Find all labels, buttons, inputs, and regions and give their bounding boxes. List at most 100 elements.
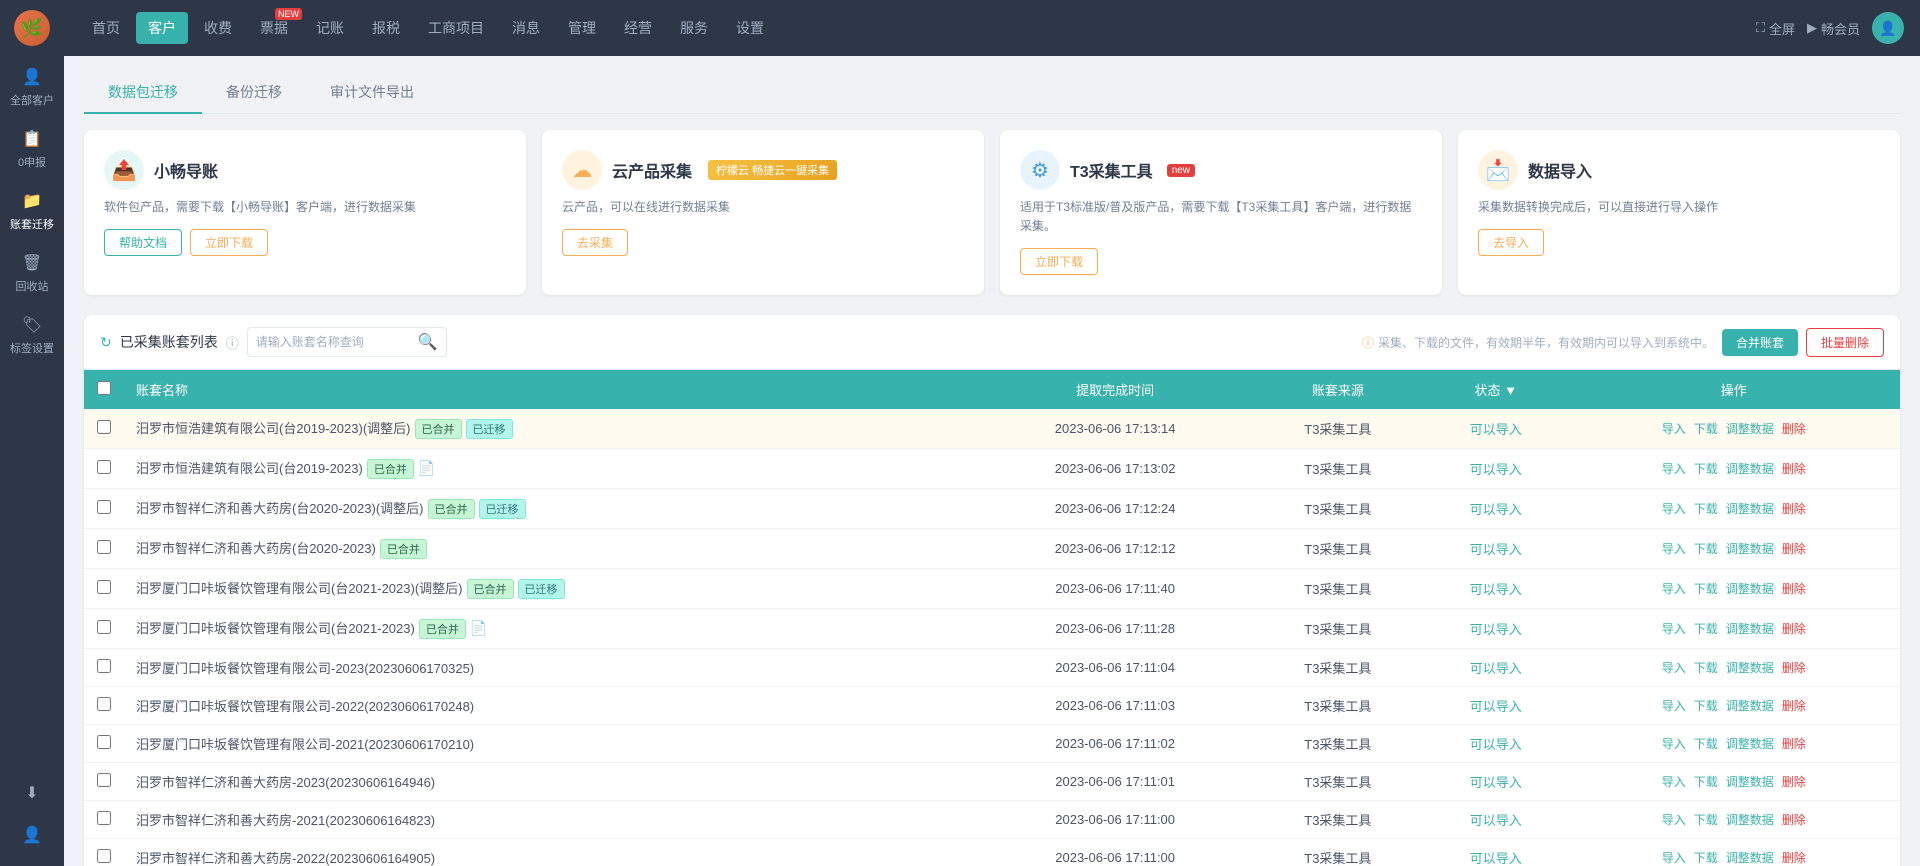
action-导入[interactable]: 导入	[1658, 811, 1690, 828]
action-删除[interactable]: 删除	[1778, 420, 1810, 437]
sidebar-item-zero-declare[interactable]: 📋 0申报	[0, 118, 64, 180]
action-下载[interactable]: 下载	[1690, 540, 1722, 557]
row-checkbox[interactable]	[97, 849, 111, 863]
action-调整数据[interactable]: 调整数据	[1722, 580, 1778, 597]
action-下载[interactable]: 下载	[1690, 620, 1722, 637]
nav-business[interactable]: 工商项目	[416, 12, 496, 44]
action-调整数据[interactable]: 调整数据	[1722, 697, 1778, 714]
row-checkbox[interactable]	[97, 460, 111, 474]
row-checkbox[interactable]	[97, 420, 111, 434]
action-下载[interactable]: 下载	[1690, 580, 1722, 597]
action-删除[interactable]: 删除	[1778, 460, 1810, 477]
action-导入[interactable]: 导入	[1658, 773, 1690, 790]
action-下载[interactable]: 下载	[1690, 697, 1722, 714]
action-导入[interactable]: 导入	[1658, 735, 1690, 752]
nav-message[interactable]: 消息	[500, 12, 552, 44]
action-调整数据[interactable]: 调整数据	[1722, 849, 1778, 866]
action-下载[interactable]: 下载	[1690, 811, 1722, 828]
row-checkbox[interactable]	[97, 580, 111, 594]
nav-operation[interactable]: 经营	[612, 12, 664, 44]
nav-clients[interactable]: 客户	[136, 12, 188, 44]
row-checkbox[interactable]	[97, 620, 111, 634]
action-调整数据[interactable]: 调整数据	[1722, 659, 1778, 676]
action-导入[interactable]: 导入	[1658, 697, 1690, 714]
nav-invoice[interactable]: 票据 new	[248, 12, 300, 44]
search-icon[interactable]: 🔍	[418, 332, 438, 352]
action-删除[interactable]: 删除	[1778, 580, 1810, 597]
search-input[interactable]	[256, 335, 414, 349]
action-导入[interactable]: 导入	[1658, 620, 1690, 637]
action-删除[interactable]: 删除	[1778, 735, 1810, 752]
col-status[interactable]: 状态 ▼	[1424, 370, 1568, 409]
row-checkbox[interactable]	[97, 500, 111, 514]
row-checkbox[interactable]	[97, 659, 111, 673]
nav-bookkeeping[interactable]: 记账	[304, 12, 356, 44]
action-删除[interactable]: 删除	[1778, 811, 1810, 828]
batch-delete-button[interactable]: 批量删除	[1806, 328, 1884, 357]
row-checkbox[interactable]	[97, 811, 111, 825]
download-now-button[interactable]: 立即下载	[190, 229, 268, 256]
row-checkbox[interactable]	[97, 773, 111, 787]
tab-audit-export[interactable]: 审计文件导出	[306, 72, 438, 114]
row-checkbox[interactable]	[97, 697, 111, 711]
action-下载[interactable]: 下载	[1690, 420, 1722, 437]
action-导入[interactable]: 导入	[1658, 659, 1690, 676]
tab-backup-migrate[interactable]: 备份迁移	[202, 72, 306, 114]
t3-download-button[interactable]: 立即下载	[1020, 248, 1098, 275]
action-删除[interactable]: 删除	[1778, 500, 1810, 517]
action-调整数据[interactable]: 调整数据	[1722, 420, 1778, 437]
go-import-button[interactable]: 去导入	[1478, 229, 1544, 256]
action-删除[interactable]: 删除	[1778, 773, 1810, 790]
action-下载[interactable]: 下载	[1690, 659, 1722, 676]
file-icon[interactable]: 📄	[470, 620, 487, 636]
help-doc-button[interactable]: 帮助文档	[104, 229, 182, 256]
action-导入[interactable]: 导入	[1658, 849, 1690, 866]
action-删除[interactable]: 删除	[1778, 540, 1810, 557]
action-删除[interactable]: 删除	[1778, 697, 1810, 714]
sidebar-item-recycle[interactable]: 🗑 回收站	[0, 242, 64, 304]
action-导入[interactable]: 导入	[1658, 540, 1690, 557]
action-导入[interactable]: 导入	[1658, 500, 1690, 517]
sidebar-item-account-migrate[interactable]: 📁 账套迁移	[0, 180, 64, 242]
action-导入[interactable]: 导入	[1658, 580, 1690, 597]
user-avatar[interactable]: 👤	[1872, 12, 1904, 44]
nav-fee[interactable]: 收费	[192, 12, 244, 44]
action-调整数据[interactable]: 调整数据	[1722, 500, 1778, 517]
row-checkbox[interactable]	[97, 540, 111, 554]
app-logo[interactable]: 🌿	[0, 0, 64, 56]
action-调整数据[interactable]: 调整数据	[1722, 811, 1778, 828]
member-button[interactable]: ▶ 畅会员	[1807, 19, 1860, 38]
select-all-checkbox[interactable]	[97, 381, 111, 395]
action-下载[interactable]: 下载	[1690, 849, 1722, 866]
action-调整数据[interactable]: 调整数据	[1722, 773, 1778, 790]
fullscreen-button[interactable]: ⛶ 全屏	[1756, 19, 1795, 38]
merge-button[interactable]: 合并账套	[1722, 329, 1798, 356]
sidebar-item-all-clients[interactable]: 👤 全部客户	[0, 56, 64, 118]
refresh-icon[interactable]: ↻	[100, 334, 112, 351]
action-导入[interactable]: 导入	[1658, 420, 1690, 437]
action-删除[interactable]: 删除	[1778, 659, 1810, 676]
action-调整数据[interactable]: 调整数据	[1722, 540, 1778, 557]
action-导入[interactable]: 导入	[1658, 460, 1690, 477]
action-下载[interactable]: 下载	[1690, 773, 1722, 790]
go-collect-button[interactable]: 去采集	[562, 229, 628, 256]
action-删除[interactable]: 删除	[1778, 620, 1810, 637]
action-下载[interactable]: 下载	[1690, 460, 1722, 477]
nav-service[interactable]: 服务	[668, 12, 720, 44]
nav-home[interactable]: 首页	[80, 12, 132, 44]
row-checkbox[interactable]	[97, 735, 111, 749]
nav-tax[interactable]: 报税	[360, 12, 412, 44]
sidebar-item-download[interactable]: ⬇	[0, 772, 64, 814]
file-icon[interactable]: 📄	[418, 460, 435, 476]
info-icon[interactable]: ⓘ	[226, 333, 239, 352]
action-删除[interactable]: 删除	[1778, 849, 1810, 866]
nav-settings[interactable]: 设置	[724, 12, 776, 44]
action-调整数据[interactable]: 调整数据	[1722, 735, 1778, 752]
sidebar-item-tag-settings[interactable]: 🏷 标签设置	[0, 304, 64, 366]
action-调整数据[interactable]: 调整数据	[1722, 460, 1778, 477]
nav-manage[interactable]: 管理	[556, 12, 608, 44]
tab-data-migrate[interactable]: 数据包迁移	[84, 72, 202, 114]
sidebar-item-profile[interactable]: 👤	[0, 814, 64, 856]
action-调整数据[interactable]: 调整数据	[1722, 620, 1778, 637]
action-下载[interactable]: 下载	[1690, 735, 1722, 752]
